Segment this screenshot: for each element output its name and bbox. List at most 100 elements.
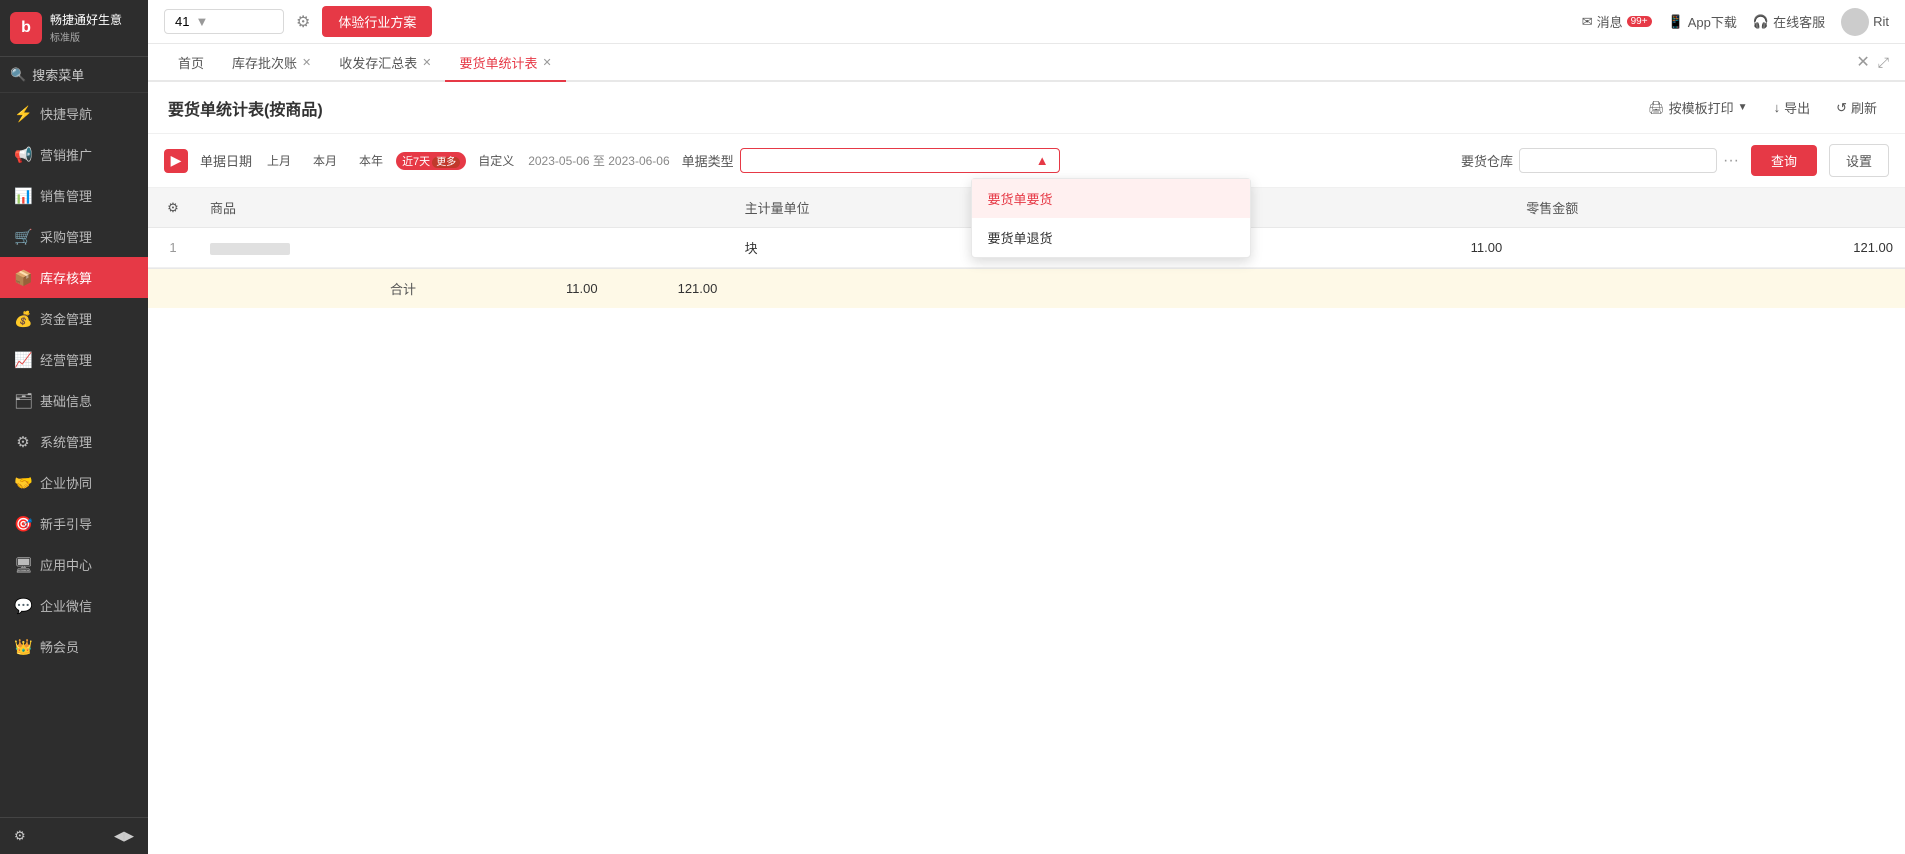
page-container: 要货单统计表(按商品) 🖨 按模板打印 ▼ ↓ 导出 ↺ 刷新 (148, 82, 1905, 854)
refresh-icon: ↺ (1836, 100, 1847, 116)
query-btn[interactable]: 查询 (1751, 145, 1817, 176)
wechat-label: 企业微信 (40, 596, 92, 615)
date-filter-label: 单据日期 (200, 151, 252, 170)
topbar: 41 ▼ ⚙ 体验行业方案 ✉ 消息 99+ 📱 App下载 🎧 在线客服 Ri… (148, 0, 1905, 44)
sidebar-toggle-icon[interactable]: ◀▶ (114, 828, 134, 844)
trial-btn[interactable]: 体验行业方案 (322, 6, 432, 37)
dropdown-item-0[interactable]: 要货单要货 (972, 179, 1250, 218)
sidebar-item-wechat[interactable]: 💬 企业微信 (0, 585, 148, 626)
cell-seq: 1 (148, 228, 198, 268)
close-all-tabs-btn[interactable]: ✕ (1856, 52, 1869, 72)
wechat-icon: 💬 (14, 597, 32, 615)
this-year-btn[interactable]: 本年 (350, 148, 392, 173)
sidebar-item-marketing[interactable]: 📢 营销推广 (0, 134, 148, 175)
sidebar-item-tutorial[interactable]: 🎯 新手引导 (0, 503, 148, 544)
filter-bar: ▶ 单据日期 上月 本月 本年 近7天更多 自定义 2023-05-06 至 2… (148, 134, 1905, 188)
app-download-btn[interactable]: 📱 App下载 (1668, 12, 1737, 31)
purchase-icon: 🛒 (14, 228, 32, 246)
print-btn[interactable]: 🖨 按模板打印 ▼ (1640, 94, 1755, 121)
sidebar-item-app-center[interactable]: 🖥 应用中心 (0, 544, 148, 585)
business-label: 经营管理 (40, 350, 92, 369)
print-label: 按模板打印 (1669, 98, 1734, 117)
enterprise-icon: 🤝 (14, 474, 32, 492)
settings-topbar-icon[interactable]: ⚙ (296, 12, 310, 32)
tab-order-stats-close[interactable]: ✕ (543, 56, 552, 69)
service-icon: 🎧 (1753, 14, 1769, 30)
col-settings[interactable]: ⚙ (148, 188, 198, 228)
custom-date-btn[interactable]: 自定义 (470, 149, 522, 172)
last-month-btn[interactable]: 上月 (258, 148, 300, 173)
print-icon: 🖨 (1648, 100, 1665, 116)
app-name: 畅捷通好生意 (50, 12, 122, 29)
online-service-label: 在线客服 (1773, 12, 1825, 31)
tab-home[interactable]: 首页 (164, 44, 218, 82)
sidebar-item-quick-nav[interactable]: ⚡ 快捷导航 (0, 93, 148, 134)
search-label: 搜索菜单 (32, 65, 84, 84)
sales-label: 销售管理 (40, 186, 92, 205)
print-dropdown-icon: ▼ (1738, 102, 1748, 113)
tab-inventory-batch-close[interactable]: ✕ (302, 56, 311, 69)
user-avatar-btn[interactable]: Rit (1841, 8, 1889, 36)
tab-inventory-batch[interactable]: 库存批次账 ✕ (218, 44, 325, 82)
page-actions: 🖨 按模板打印 ▼ ↓ 导出 ↺ 刷新 (1640, 94, 1885, 121)
filter-expand-btn[interactable]: ▶ (164, 149, 188, 173)
type-filter-arrow-icon: ▲ (1036, 153, 1049, 168)
system-icon: ⚙ (14, 433, 32, 451)
tab-stock-summary-label: 收发存汇总表 (339, 53, 417, 72)
col-amount-label: 零售金额 (1526, 201, 1578, 216)
export-btn[interactable]: ↓ 导出 (1766, 94, 1819, 121)
sidebar-item-inventory[interactable]: 📦 库存核算 (0, 257, 148, 298)
tab-stock-summary[interactable]: 收发存汇总表 ✕ (325, 44, 445, 82)
warehouse-filter-input[interactable] (1519, 148, 1717, 173)
date-range-display: 2023-05-06 至 2023-06-06 (528, 152, 669, 169)
warehouse-filter-label: 要货仓库 (1461, 151, 1513, 170)
total-amount: 121.00 (678, 281, 718, 296)
enterprise-label: 企业协同 (40, 473, 92, 492)
business-icon: 📈 (14, 351, 32, 369)
quick-nav-label: 快捷导航 (40, 104, 92, 123)
tabs-expand-btn[interactable]: ⤢ (1878, 54, 1889, 71)
tab-bar: 首页 库存批次账 ✕ 收发存汇总表 ✕ 要货单统计表 ✕ ✕ ⤢ (148, 44, 1905, 82)
message-badge: 99+ (1627, 16, 1652, 27)
message-btn[interactable]: ✉ 消息 99+ (1582, 12, 1652, 31)
type-dropdown: 要货单要货 要货单退货 (971, 178, 1251, 258)
sidebar-item-business[interactable]: 📈 经营管理 (0, 339, 148, 380)
settings-gear-icon[interactable]: ⚙ (14, 828, 26, 844)
refresh-btn[interactable]: ↺ 刷新 (1828, 94, 1885, 121)
filter-settings-btn[interactable]: 设置 (1829, 144, 1889, 177)
sidebar-item-purchase[interactable]: 🛒 采购管理 (0, 216, 148, 257)
app-version: 标准版 (50, 29, 122, 44)
date-range-btns: 上月 本月 本年 近7天更多 自定义 (258, 148, 522, 173)
tutorial-icon: 🎯 (14, 515, 32, 533)
col-settings-icon: ⚙ (167, 200, 179, 215)
tab-stock-summary-close[interactable]: ✕ (422, 56, 431, 69)
sidebar-item-sales[interactable]: 📊 销售管理 (0, 175, 148, 216)
inventory-icon: 📦 (14, 269, 32, 287)
recent-7days-btn[interactable]: 近7天更多 (396, 152, 466, 170)
sidebar-item-member[interactable]: 👑 畅会员 (0, 626, 148, 667)
tab-inventory-batch-label: 库存批次账 (232, 53, 297, 72)
search-menu[interactable]: 🔍 搜索菜单 (0, 57, 148, 93)
this-month-btn[interactable]: 本月 (304, 148, 346, 173)
marketing-icon: 📢 (14, 146, 32, 164)
sales-icon: 📊 (14, 187, 32, 205)
sidebar-item-system[interactable]: ⚙ 系统管理 (0, 421, 148, 462)
type-filter-input[interactable]: ▲ (740, 148, 1060, 173)
sidebar-item-enterprise[interactable]: 🤝 企业协同 (0, 462, 148, 503)
tab-order-stats[interactable]: 要货单统计表 ✕ (445, 44, 565, 82)
dropdown-item-1[interactable]: 要货单退货 (972, 218, 1250, 257)
branch-selector[interactable]: 41 ▼ (164, 9, 284, 34)
filter-more-btn[interactable]: ··· (1723, 152, 1739, 170)
basics-icon: 🗂 (14, 392, 32, 410)
sidebar-item-basics[interactable]: 🗂 基础信息 (0, 380, 148, 421)
tab-home-label: 首页 (178, 53, 204, 72)
app-logo: b 畅捷通好生意 标准版 (0, 0, 148, 57)
recent-badge-label: 近7天 (402, 156, 430, 168)
warehouse-filter-group: 要货仓库 ··· (1461, 148, 1739, 173)
sidebar: b 畅捷通好生意 标准版 🔍 搜索菜单 ⚡ 快捷导航 📢 营销推广 📊 销售管理… (0, 0, 148, 854)
sidebar-item-finance[interactable]: 💰 资金管理 (0, 298, 148, 339)
main-area: 41 ▼ ⚙ 体验行业方案 ✉ 消息 99+ 📱 App下载 🎧 在线客服 Ri… (148, 0, 1905, 854)
col-amount: 零售金额 (1514, 188, 1905, 228)
date-filter-group: 单据日期 上月 本月 本年 近7天更多 自定义 2023-05-06 至 202… (200, 148, 670, 173)
online-service-btn[interactable]: 🎧 在线客服 (1753, 12, 1825, 31)
